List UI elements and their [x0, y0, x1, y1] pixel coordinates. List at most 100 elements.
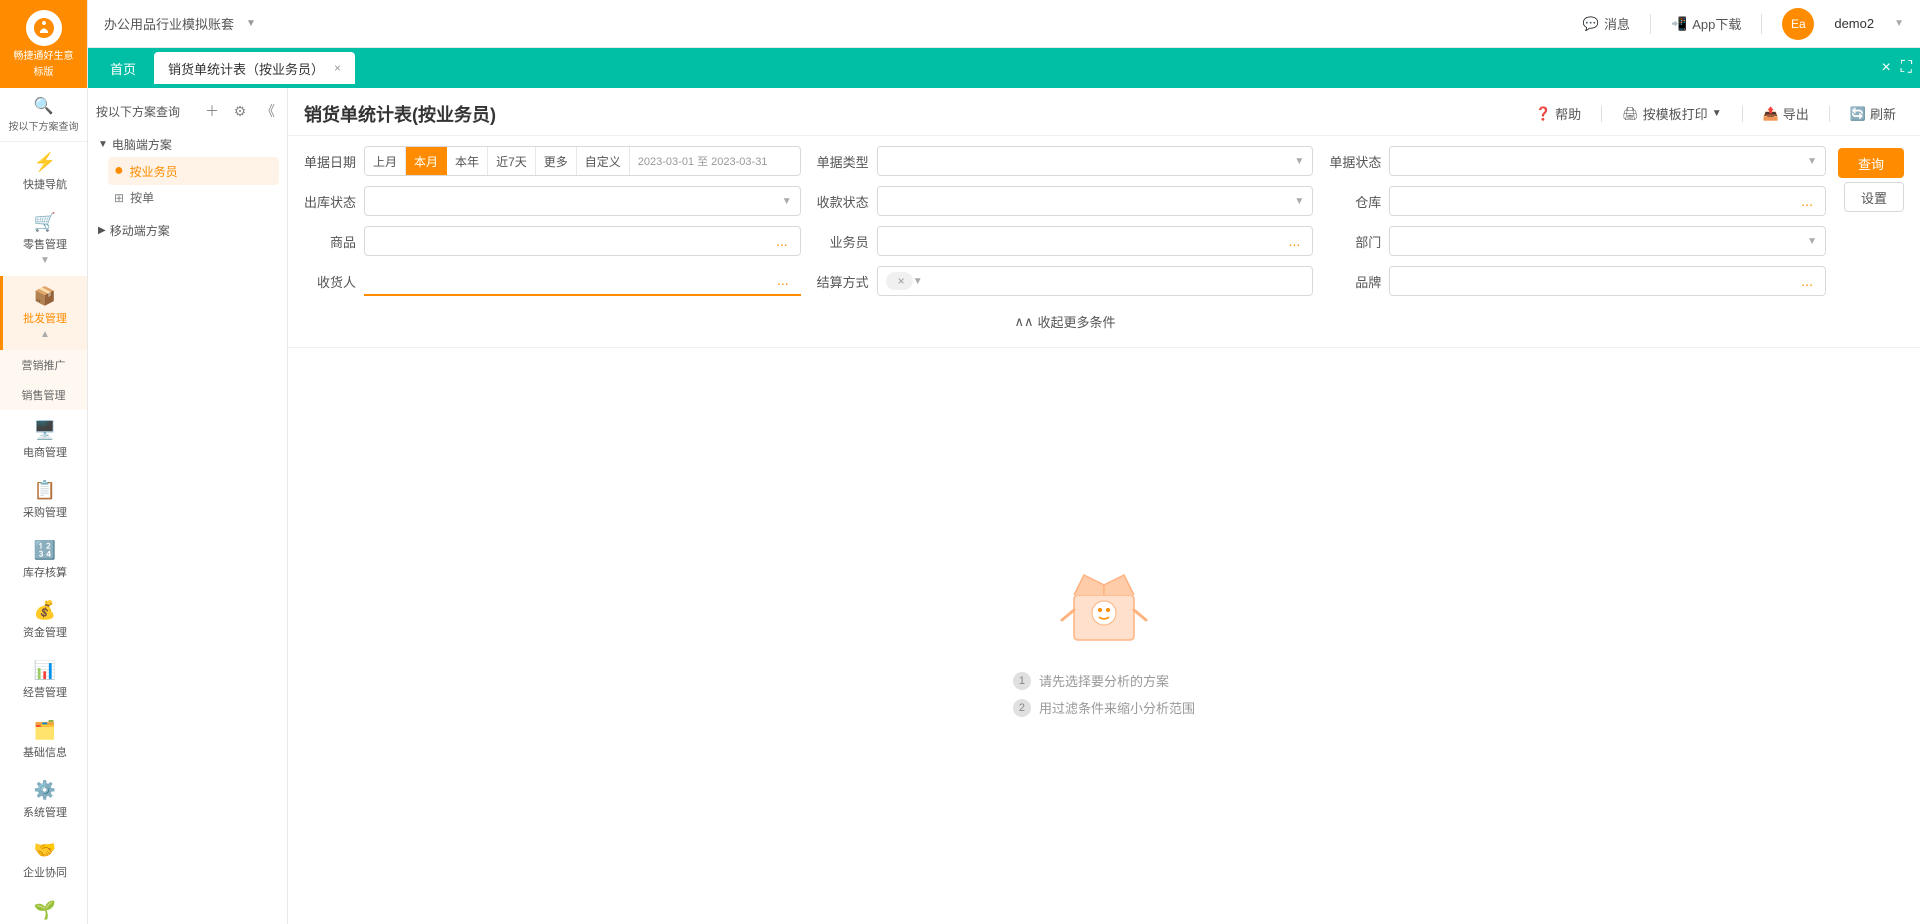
brand-control[interactable]: ...: [1389, 266, 1826, 296]
export-label: 导出: [1783, 104, 1809, 123]
goods-control[interactable]: ...: [364, 226, 801, 256]
tab-home[interactable]: 首页: [96, 52, 150, 84]
filter-item-doctype: 单据类型 ▼: [817, 146, 1314, 176]
retail-icon: 🛒: [34, 212, 56, 233]
close-page-icon[interactable]: ×: [1881, 59, 1890, 77]
date-btn-lastmonth[interactable]: 上月: [365, 147, 406, 175]
sidebar-item-inventory[interactable]: 🔢 库存核算: [0, 530, 87, 590]
receiver-ellipsis-btn[interactable]: ...: [773, 272, 793, 288]
panel-item-bysingle[interactable]: ⊞ 按单: [108, 185, 279, 210]
sidebar-item-enterprise[interactable]: 🤝 企业协同: [0, 830, 87, 890]
date-bar: 上月 本月 本年 近7天 更多 自定义 2023-03-01 至 2023-03…: [364, 146, 801, 176]
sidebar-item-ecommerce[interactable]: 🖥️ 电商管理: [0, 410, 87, 470]
doctype-label: 单据类型: [817, 152, 869, 171]
empty-tips: 1 请先选择要分析的方案 2 用过滤条件来缩小分析范围: [1013, 671, 1195, 717]
avatar[interactable]: Ea: [1782, 8, 1814, 40]
ecommerce-label: 电商管理: [23, 444, 67, 460]
tab-sales-stat[interactable]: 销货单统计表（按业务员） ×: [154, 52, 355, 84]
date-btn-thisyear[interactable]: 本年: [447, 147, 488, 175]
panel-add-btn[interactable]: ＋: [201, 100, 223, 122]
receiptstatus-label: 收款状态: [817, 192, 869, 211]
user-dropdown-icon[interactable]: ▼: [1894, 18, 1904, 29]
sidebar-item-marketing[interactable]: 营销推广: [0, 350, 87, 380]
query-btn[interactable]: 查询: [1838, 148, 1904, 178]
query-label: 查询: [1858, 154, 1884, 173]
print-btn[interactable]: 🖨 按模板打印 ▼: [1614, 100, 1729, 127]
brand-label: 品牌: [1329, 272, 1381, 291]
message-label: 消息: [1604, 14, 1630, 33]
message-action[interactable]: 💬 消息: [1583, 14, 1630, 33]
receiptstatus-control[interactable]: ▼: [877, 186, 1314, 216]
sidebar-item-purchase[interactable]: 📋 采购管理: [0, 470, 87, 530]
page-content: 按以下方案查询 ＋ ⚙ 《 ▼ 电脑端方案: [88, 88, 1920, 924]
section-mobile-header[interactable]: ▶ 移动端方案: [96, 218, 279, 243]
filter-item-date: 单据日期 上月 本月 本年 近7天 更多 自定义 2023-03-01: [304, 146, 801, 176]
sidebar-item-sales[interactable]: 销售管理: [0, 380, 87, 410]
search-label: 按以下方案查询: [9, 118, 79, 133]
wholesale-icon: 📦: [34, 286, 56, 307]
sidebar-item-finance[interactable]: 💰 资金管理: [0, 590, 87, 650]
username-label[interactable]: demo2: [1834, 16, 1874, 31]
help-label: 帮助: [1555, 104, 1581, 123]
wholesale-expand: 营销推广 销售管理: [0, 350, 87, 410]
sidebar-item-newbie[interactable]: 🌱 新手引导: [0, 890, 87, 924]
warehouse-label: 仓库: [1329, 192, 1381, 211]
date-btn-more[interactable]: 更多: [536, 147, 577, 175]
page-header: 销货单统计表(按业务员) ❓ 帮助 🖨 按模板打印 ▼ 📤: [288, 88, 1920, 136]
date-btn-custom[interactable]: 自定义: [577, 147, 630, 175]
sidebar-item-system[interactable]: ⚙️ 系统管理: [0, 770, 87, 830]
topbar-dropdown-icon[interactable]: ▼: [246, 18, 256, 29]
settle-control[interactable]: × ▼: [877, 266, 1314, 296]
panel-header-actions: ＋ ⚙ 《: [201, 100, 279, 122]
enterprise-icon: 🤝: [34, 840, 56, 861]
help-btn[interactable]: ❓ 帮助: [1527, 100, 1589, 127]
panel-item-salesperson[interactable]: ● 按业务员: [108, 157, 279, 185]
warehouse-ellipsis-btn[interactable]: ...: [1797, 193, 1817, 209]
date-btn-thismonth[interactable]: 本月: [406, 147, 447, 175]
panel-section-mobile: ▶ 移动端方案: [96, 218, 279, 243]
message-icon: 💬: [1583, 16, 1599, 32]
doctype-control[interactable]: ▼: [877, 146, 1314, 176]
sidebar-item-wholesale[interactable]: 📦 批发管理 ▲: [0, 276, 87, 350]
panel-collapse-btn[interactable]: 《: [257, 100, 279, 122]
section-mobile-arrow: ▶: [98, 225, 106, 236]
filter-row-3: 商品 ... 业务员 ...: [304, 226, 1826, 256]
section-mobile-label: 移动端方案: [110, 222, 170, 239]
tabbar: 首页 销货单统计表（按业务员） × × ⛶: [88, 48, 1920, 88]
collapse-more-btn[interactable]: ∧∧ 收起更多条件: [304, 306, 1826, 337]
date-btn-7days[interactable]: 近7天: [488, 147, 536, 175]
app-logo[interactable]: 畅捷通好生意 标版: [0, 0, 88, 88]
panel-settings-btn[interactable]: ⚙: [229, 100, 251, 122]
salesperson-ellipsis-btn[interactable]: ...: [1285, 233, 1305, 249]
sidebar-item-retail[interactable]: 🛒 零售管理 ▼: [0, 202, 87, 276]
topbar-divider-2: [1761, 14, 1762, 34]
tab-close-icon[interactable]: ×: [334, 61, 341, 75]
sidebar-item-basic[interactable]: 🗂️ 基础信息: [0, 710, 87, 770]
settings-btn[interactable]: 设置: [1844, 182, 1904, 212]
topbar: 办公用品行业模拟账套 ▼ 💬 消息 📲 App下载 Ea demo2 ▼: [88, 0, 1920, 48]
app-download-action[interactable]: 📲 App下载: [1671, 14, 1741, 33]
brand-ellipsis-btn[interactable]: ...: [1797, 273, 1817, 289]
search-nav-item[interactable]: 🔍 按以下方案查询: [0, 88, 87, 142]
sidebar-item-quicknav[interactable]: ⚡ 快捷导航: [0, 142, 87, 202]
settle-tag-close[interactable]: ×: [898, 274, 905, 288]
warehouse-control[interactable]: ...: [1389, 186, 1826, 216]
docstatus-control[interactable]: ▼: [1389, 146, 1826, 176]
refresh-btn[interactable]: 🔄 刷新: [1842, 100, 1904, 127]
topbar-right: 💬 消息 📲 App下载 Ea demo2 ▼: [1583, 8, 1904, 40]
receiver-control[interactable]: ...: [364, 266, 801, 296]
outstatus-control[interactable]: ▼: [364, 186, 801, 216]
tab-home-label: 首页: [110, 59, 136, 78]
section-desktop-header[interactable]: ▼ 电脑端方案: [96, 132, 279, 157]
maximize-icon[interactable]: ⛶: [1901, 59, 1912, 77]
goods-ellipsis-btn[interactable]: ...: [772, 233, 792, 249]
collapse-icon: 《: [261, 101, 275, 121]
empty-tip-1: 1 请先选择要分析的方案: [1013, 671, 1195, 690]
export-icon: 📤: [1763, 106, 1779, 122]
add-icon: ＋: [205, 101, 219, 121]
sidebar-item-operations[interactable]: 📊 经营管理: [0, 650, 87, 710]
export-btn[interactable]: 📤 导出: [1755, 100, 1817, 127]
tip-text-1: 请先选择要分析的方案: [1039, 671, 1169, 690]
department-control[interactable]: ▼: [1389, 226, 1826, 256]
salesperson-control[interactable]: ...: [877, 226, 1314, 256]
